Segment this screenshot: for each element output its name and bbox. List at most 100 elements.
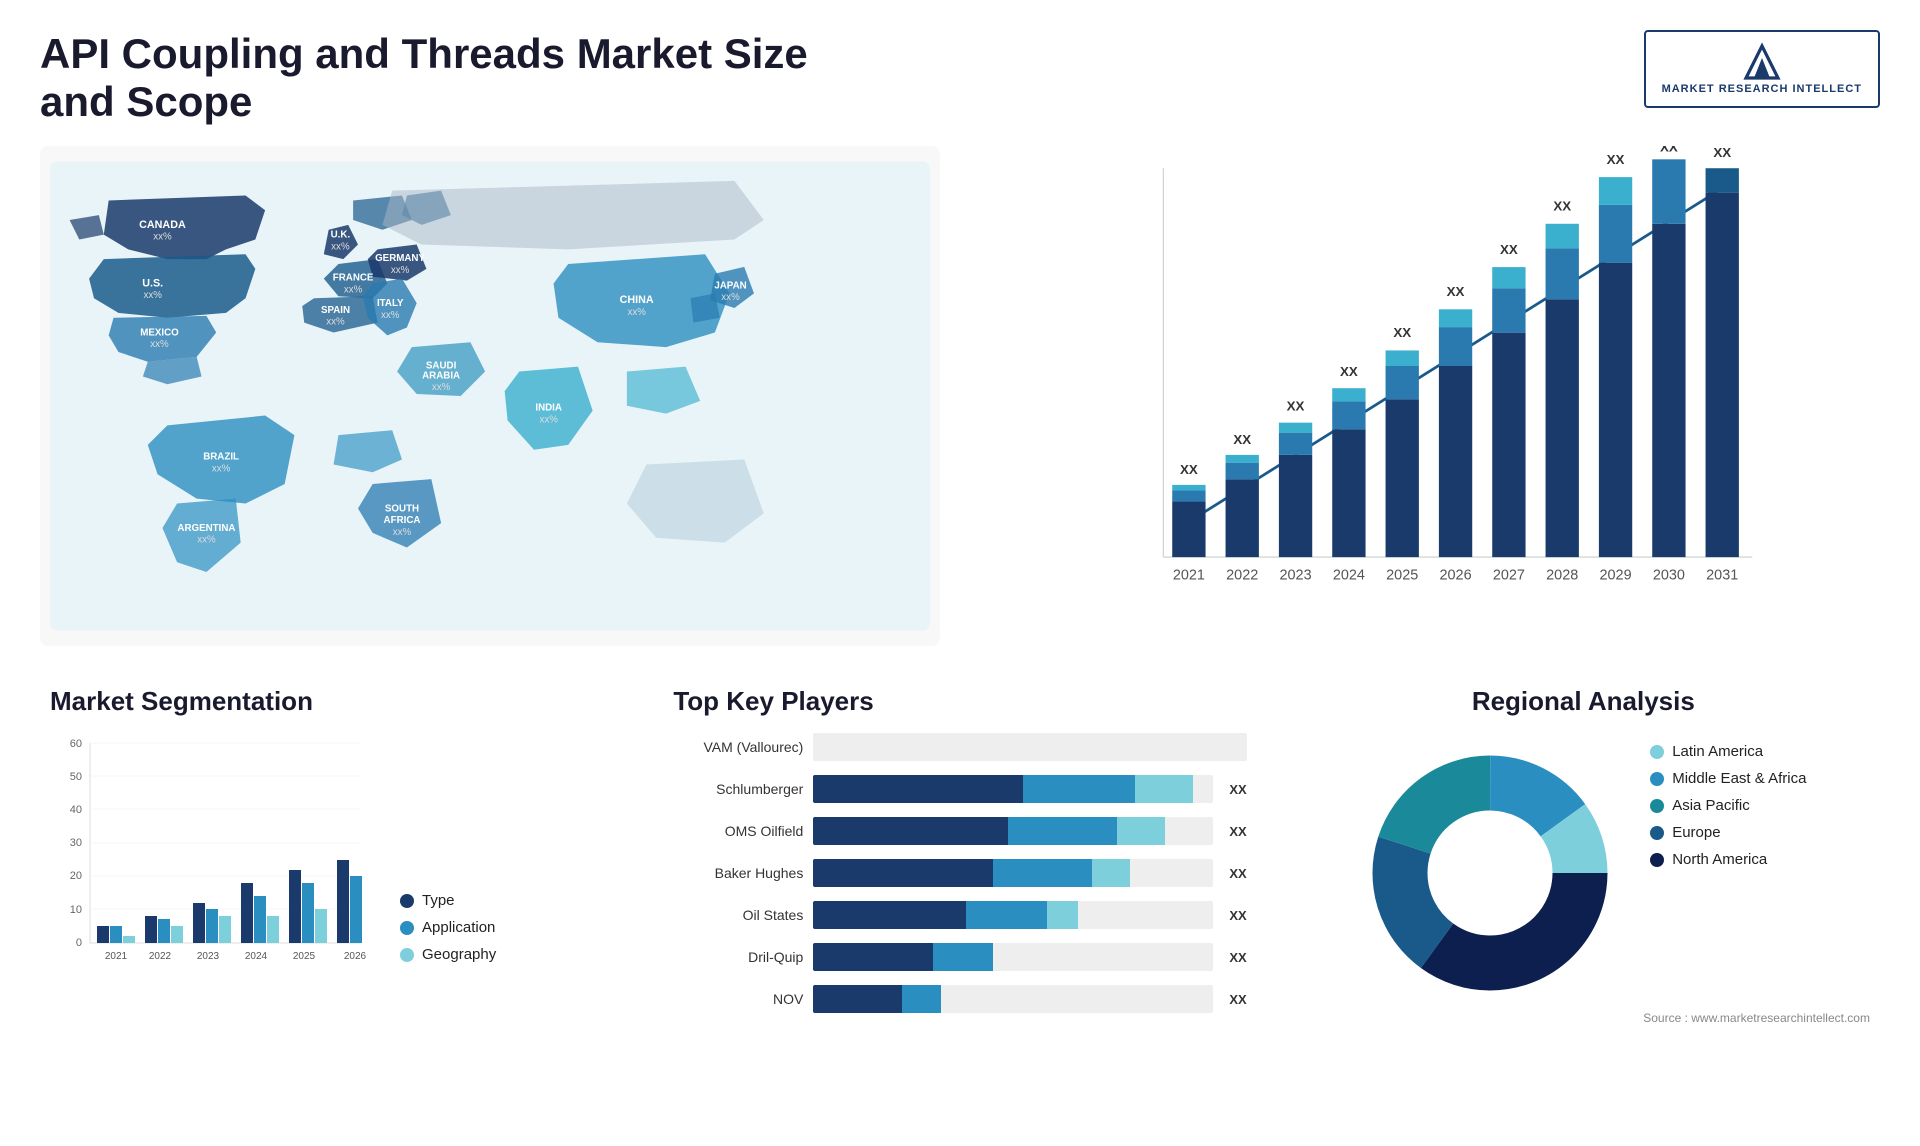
svg-text:2025: 2025 [293,951,316,962]
latin-america-label: Latin America [1672,743,1763,760]
svg-text:XX: XX [1287,398,1305,413]
player-xx-baker: XX [1229,866,1246,881]
svg-text:2021: 2021 [1173,567,1205,583]
svg-text:2021: 2021 [105,951,128,962]
svg-text:xx%: xx% [721,292,740,303]
geo-dot [400,948,414,962]
legend-north-america: North America [1650,851,1806,868]
svg-text:xx%: xx% [393,527,412,538]
key-players-section: Top Key Players VAM (Vallourec) Schlumbe… [663,676,1256,1037]
player-row-oms: OMS Oilfield XX [673,817,1246,845]
player-xx-dril: XX [1229,950,1246,965]
svg-text:XX: XX [1713,146,1731,160]
svg-text:2030: 2030 [1653,567,1685,583]
svg-text:xx%: xx% [143,290,162,301]
svg-text:2023: 2023 [197,951,220,962]
svg-text:2023: 2023 [1279,567,1311,583]
player-row-nov: NOV XX [673,985,1246,1013]
legend-application: Application [400,919,496,936]
middle-east-label: Middle East & Africa [1672,770,1806,787]
svg-text:XX: XX [1233,432,1251,447]
svg-text:XX: XX [1660,146,1678,155]
source-text: Source : www.marketresearchintellect.com [1297,1011,1870,1025]
player-xx-oilstates: XX [1229,908,1246,923]
legend-europe: Europe [1650,824,1806,841]
svg-text:xx%: xx% [381,310,400,321]
regional-section: Regional Analysis [1287,676,1880,1037]
bar-chart-svg: XX XX XX XX XX [980,146,1880,646]
player-row-oilstates: Oil States XX [673,901,1246,929]
player-bar-vam [813,733,1246,761]
svg-text:xx%: xx% [344,284,363,295]
svg-text:SPAIN: SPAIN [321,305,350,316]
legend-latin-america: Latin America [1650,743,1806,760]
player-bar-oilstates [813,901,1213,929]
svg-text:2024: 2024 [245,951,268,962]
svg-text:FRANCE: FRANCE [333,273,374,284]
player-bar-schlumberger [813,775,1213,803]
latin-america-dot [1650,745,1664,759]
donut-chart-svg [1360,743,1620,1003]
svg-text:XX: XX [1447,284,1465,299]
svg-text:20: 20 [70,870,82,882]
player-xx-nov: XX [1229,992,1246,1007]
svg-text:2031: 2031 [1706,567,1738,583]
segmentation-title: Market Segmentation [50,686,623,717]
player-name-vam: VAM (Vallourec) [673,739,803,755]
svg-text:ARGENTINA: ARGENTINA [177,523,235,534]
svg-text:XX: XX [1340,364,1358,379]
svg-text:xx%: xx% [212,463,231,474]
europe-label: Europe [1672,824,1720,841]
regional-legend-list: Latin America Middle East & Africa Asia … [1650,743,1806,868]
segmentation-legend: Type Application Geography [400,892,496,993]
player-name-schlumberger: Schlumberger [673,781,803,797]
svg-text:xx%: xx% [326,317,345,328]
segmentation-section: Market Segmentation 60 50 40 30 20 10 [40,676,633,1037]
svg-text:CANADA: CANADA [139,219,186,231]
svg-text:xx%: xx% [197,535,216,546]
player-name-nov: NOV [673,991,803,1007]
app-dot [400,921,414,935]
svg-text:40: 40 [70,804,82,816]
player-name-dril: Dril-Quip [673,949,803,965]
svg-text:xx%: xx% [627,307,646,318]
svg-text:GERMANY: GERMANY [375,253,425,264]
svg-text:U.K.: U.K. [331,230,351,241]
svg-text:SOUTH: SOUTH [385,503,419,514]
player-name-oilstates: Oil States [673,907,803,923]
segmentation-svg: 60 50 40 30 20 10 0 2021 2022 [50,733,370,993]
player-bar-baker [813,859,1213,887]
svg-text:2024: 2024 [1333,567,1365,583]
svg-text:30: 30 [70,837,82,849]
legend-middle-east: Middle East & Africa [1650,770,1806,787]
seg-chart-with-legend: 60 50 40 30 20 10 0 2021 2022 [50,733,623,993]
logo: MARKET RESEARCH INTELLECT [1644,30,1880,108]
svg-text:xx%: xx% [539,414,558,425]
svg-text:XX: XX [1607,152,1625,167]
svg-text:xx%: xx% [432,382,451,393]
svg-text:XX: XX [1393,325,1411,340]
player-name-baker: Baker Hughes [673,865,803,881]
player-row-baker: Baker Hughes XX [673,859,1246,887]
player-xx-schlumberger: XX [1229,782,1246,797]
europe-dot [1650,826,1664,840]
asia-pacific-label: Asia Pacific [1672,797,1750,814]
svg-text:50: 50 [70,771,82,783]
page-title: API Coupling and Threads Market Size and… [40,30,840,126]
player-name-oms: OMS Oilfield [673,823,803,839]
svg-text:10: 10 [70,904,82,916]
svg-text:2022: 2022 [149,951,172,962]
app-label: Application [422,919,495,936]
player-row-dril: Dril-Quip XX [673,943,1246,971]
bottom-section: Market Segmentation 60 50 40 30 20 10 [40,676,1880,1037]
player-xx-oms: XX [1229,824,1246,839]
svg-text:2026: 2026 [344,951,367,962]
svg-text:ITALY: ITALY [377,298,404,309]
player-row-vam: VAM (Vallourec) [673,733,1246,761]
key-players-title: Top Key Players [673,686,1246,717]
svg-text:2027: 2027 [1493,567,1525,583]
world-map-svg: CANADA xx% U.S. xx% MEXICO xx% BRAZIL xx… [50,156,930,636]
player-bar-nov [813,985,1213,1013]
svg-text:xx%: xx% [153,232,172,243]
svg-text:xx%: xx% [150,339,169,350]
